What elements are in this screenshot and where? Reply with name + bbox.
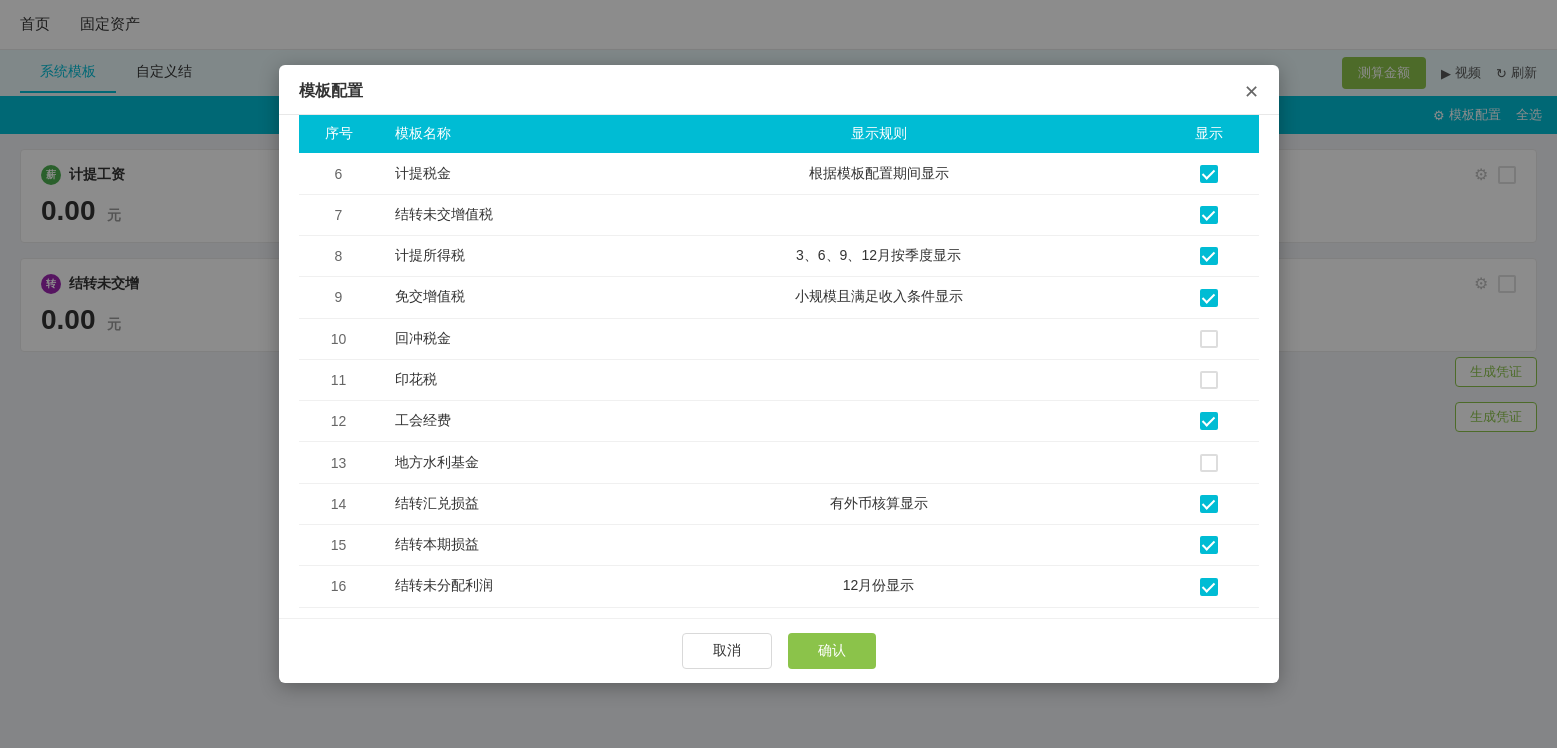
table-row: 13地方水利基金: [299, 442, 1259, 483]
row-id: 10: [299, 318, 379, 359]
row-checkbox-cell: [1159, 277, 1259, 318]
row-checkbox-cell: [1159, 483, 1259, 524]
modal-close-button[interactable]: ✕: [1244, 83, 1259, 101]
row-checkbox-cell: [1159, 318, 1259, 359]
col-header-display: 显示: [1159, 115, 1259, 153]
row-id: 12: [299, 401, 379, 442]
row-rule: [599, 525, 1159, 566]
row-id: 13: [299, 442, 379, 483]
row-rule: [599, 359, 1159, 400]
row-checkbox[interactable]: [1200, 371, 1218, 389]
table-header: 序号 模板名称 显示规则 显示: [299, 115, 1259, 153]
row-rule: [599, 318, 1159, 359]
row-rule: [599, 401, 1159, 442]
row-rule: 3、6、9、12月按季度显示: [599, 235, 1159, 276]
row-checkbox[interactable]: [1200, 330, 1218, 348]
row-rule: 根据模板配置期间显示: [599, 153, 1159, 194]
row-checkbox-cell: [1159, 442, 1259, 483]
modal-footer: 取消 确认: [279, 618, 1279, 683]
row-checkbox-cell: [1159, 194, 1259, 235]
row-name: 结转未分配利润: [379, 566, 599, 607]
config-table: 序号 模板名称 显示规则 显示 6计提税金根据模板配置期间显示7结转未交增值税8…: [299, 115, 1259, 607]
row-checkbox[interactable]: [1200, 536, 1218, 554]
row-checkbox[interactable]: [1200, 454, 1218, 472]
table-row: 14结转汇兑损益有外币核算显示: [299, 483, 1259, 524]
row-checkbox-cell: [1159, 153, 1259, 194]
row-name: 印花税: [379, 359, 599, 400]
modal-template-config: 模板配置 ✕ 序号 模板名称 显示规则 显示 6计提税金根据模板配置期间: [279, 65, 1279, 682]
row-name: 免交增值税: [379, 277, 599, 318]
row-name: 地方水利基金: [379, 442, 599, 483]
modal-title: 模板配置: [299, 81, 363, 102]
row-checkbox-cell: [1159, 566, 1259, 607]
row-rule: [599, 194, 1159, 235]
row-name: 结转未交增值税: [379, 194, 599, 235]
row-id: 8: [299, 235, 379, 276]
row-checkbox-cell: [1159, 401, 1259, 442]
table-row: 16结转未分配利润12月份显示: [299, 566, 1259, 607]
modal-body: 序号 模板名称 显示规则 显示 6计提税金根据模板配置期间显示7结转未交增值税8…: [279, 115, 1279, 617]
row-checkbox[interactable]: [1200, 578, 1218, 596]
modal-overlay: 模板配置 ✕ 序号 模板名称 显示规则 显示 6计提税金根据模板配置期间: [0, 0, 1557, 748]
cancel-button[interactable]: 取消: [682, 633, 772, 669]
col-header-name: 模板名称: [379, 115, 599, 153]
row-checkbox[interactable]: [1200, 495, 1218, 513]
modal-header: 模板配置 ✕: [279, 65, 1279, 115]
table-row: 11印花税: [299, 359, 1259, 400]
row-id: 16: [299, 566, 379, 607]
row-checkbox[interactable]: [1200, 289, 1218, 307]
row-checkbox[interactable]: [1200, 206, 1218, 224]
row-checkbox-cell: [1159, 359, 1259, 400]
row-id: 14: [299, 483, 379, 524]
row-rule: [599, 442, 1159, 483]
row-checkbox[interactable]: [1200, 165, 1218, 183]
row-name: 工会经费: [379, 401, 599, 442]
row-name: 结转本期损益: [379, 525, 599, 566]
row-name: 结转汇兑损益: [379, 483, 599, 524]
row-id: 11: [299, 359, 379, 400]
row-checkbox[interactable]: [1200, 412, 1218, 430]
col-header-rule: 显示规则: [599, 115, 1159, 153]
row-rule: 有外币核算显示: [599, 483, 1159, 524]
confirm-button[interactable]: 确认: [788, 633, 876, 669]
table-row: 7结转未交增值税: [299, 194, 1259, 235]
row-name: 回冲税金: [379, 318, 599, 359]
row-checkbox-cell: [1159, 235, 1259, 276]
table-row: 6计提税金根据模板配置期间显示: [299, 153, 1259, 194]
row-id: 7: [299, 194, 379, 235]
table-body: 6计提税金根据模板配置期间显示7结转未交增值税8计提所得税3、6、9、12月按季…: [299, 153, 1259, 607]
table-row: 10回冲税金: [299, 318, 1259, 359]
row-rule: 12月份显示: [599, 566, 1159, 607]
table-row: 8计提所得税3、6、9、12月按季度显示: [299, 235, 1259, 276]
row-id: 15: [299, 525, 379, 566]
row-checkbox[interactable]: [1200, 247, 1218, 265]
row-id: 6: [299, 153, 379, 194]
table-row: 9免交增值税小规模且满足收入条件显示: [299, 277, 1259, 318]
row-id: 9: [299, 277, 379, 318]
row-name: 计提税金: [379, 153, 599, 194]
row-rule: 小规模且满足收入条件显示: [599, 277, 1159, 318]
row-name: 计提所得税: [379, 235, 599, 276]
row-checkbox-cell: [1159, 525, 1259, 566]
col-header-id: 序号: [299, 115, 379, 153]
table-row: 15结转本期损益: [299, 525, 1259, 566]
table-row: 12工会经费: [299, 401, 1259, 442]
